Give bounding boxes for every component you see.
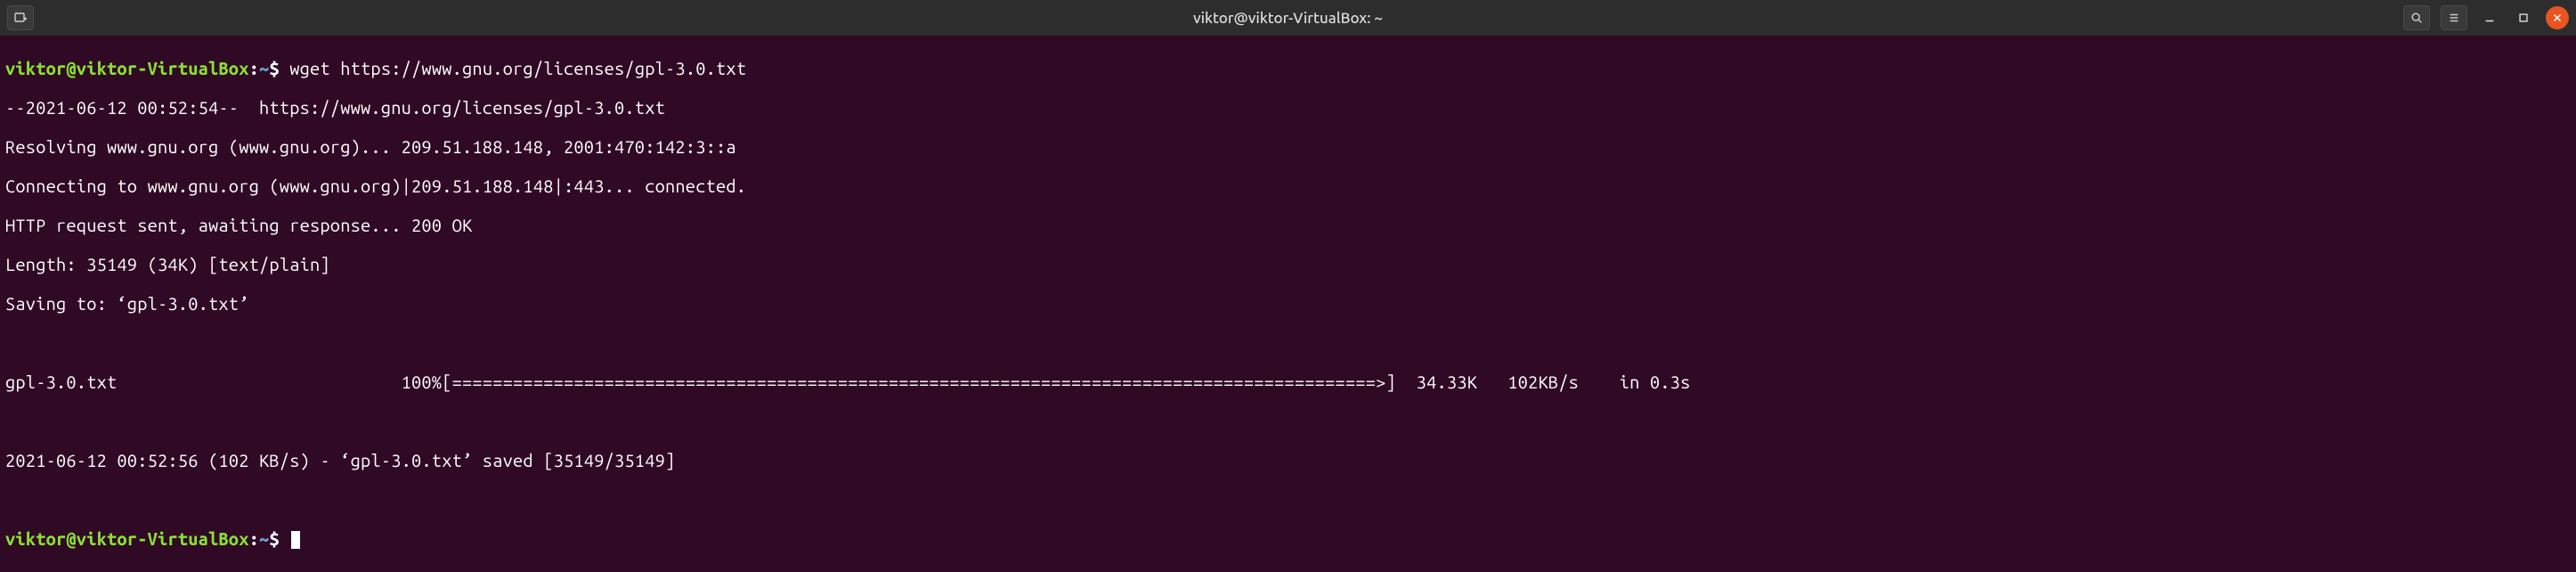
blank-line-1 [5, 333, 2571, 353]
output-line-5: Length: 35149 (34K) [text/plain] [5, 255, 2571, 274]
terminal-body[interactable]: viktor@viktor-VirtualBox:~$ wget https:/… [0, 36, 2576, 572]
hamburger-icon [2448, 12, 2460, 24]
progress-bar: [=======================================… [442, 372, 1396, 392]
output-line-6: Saving to: ‘gpl-3.0.txt’ [5, 294, 2571, 314]
prompt-symbol: $ [269, 58, 279, 78]
progress-speed: 102KB/s [1507, 372, 1579, 392]
search-icon [2410, 12, 2423, 24]
blank-line-2 [5, 412, 2571, 431]
prompt-line-2: viktor@viktor-VirtualBox:~$ [5, 529, 2571, 549]
new-tab-button[interactable] [7, 5, 34, 30]
close-button[interactable] [2546, 6, 2569, 29]
titlebar-right [2403, 5, 2569, 30]
output-line-4: HTTP request sent, awaiting response... … [5, 216, 2571, 235]
titlebar-left [7, 5, 34, 30]
maximize-button[interactable] [2512, 6, 2535, 29]
prompt-separator-2: : [249, 528, 259, 549]
prompt-user-host: viktor@viktor-VirtualBox [5, 58, 249, 78]
prompt-path: ~ [259, 58, 269, 78]
close-icon [2551, 12, 2564, 24]
prompt-symbol-2: $ [269, 528, 279, 549]
menu-button[interactable] [2441, 5, 2467, 30]
new-tab-icon [13, 11, 28, 25]
progress-percent: 100% [402, 372, 443, 392]
prompt-separator: : [249, 58, 259, 78]
progress-line: gpl-3.0.txt 100%[=======================… [5, 372, 2571, 392]
prompt-path-2: ~ [259, 528, 269, 549]
command-text: wget https://www.gnu.org/licenses/gpl-3.… [280, 58, 746, 78]
cursor [291, 531, 300, 549]
progress-time: in 0.3s [1620, 372, 1691, 392]
search-button[interactable] [2403, 5, 2430, 30]
maximize-icon [2517, 12, 2530, 24]
progress-filename: gpl-3.0.txt [5, 372, 117, 392]
blank-line-3 [5, 490, 2571, 510]
minimize-button[interactable] [2478, 6, 2501, 29]
output-line-2: Resolving www.gnu.org (www.gnu.org)... 2… [5, 137, 2571, 157]
minimize-icon [2483, 12, 2496, 24]
prompt-line-1: viktor@viktor-VirtualBox:~$ wget https:/… [5, 59, 2571, 78]
final-line: 2021-06-12 00:52:56 (102 KB/s) - ‘gpl-3.… [5, 451, 2571, 470]
progress-size: 34.33K [1417, 372, 1477, 392]
prompt-user-host-2: viktor@viktor-VirtualBox [5, 528, 249, 549]
window-title: viktor@viktor-VirtualBox: ~ [1193, 10, 1383, 27]
output-line-3: Connecting to www.gnu.org (www.gnu.org)|… [5, 176, 2571, 196]
command-value: wget https://www.gnu.org/licenses/gpl-3.… [289, 58, 746, 78]
output-line-1: --2021-06-12 00:52:54-- https://www.gnu.… [5, 98, 2571, 118]
titlebar: viktor@viktor-VirtualBox: ~ [0, 0, 2576, 36]
